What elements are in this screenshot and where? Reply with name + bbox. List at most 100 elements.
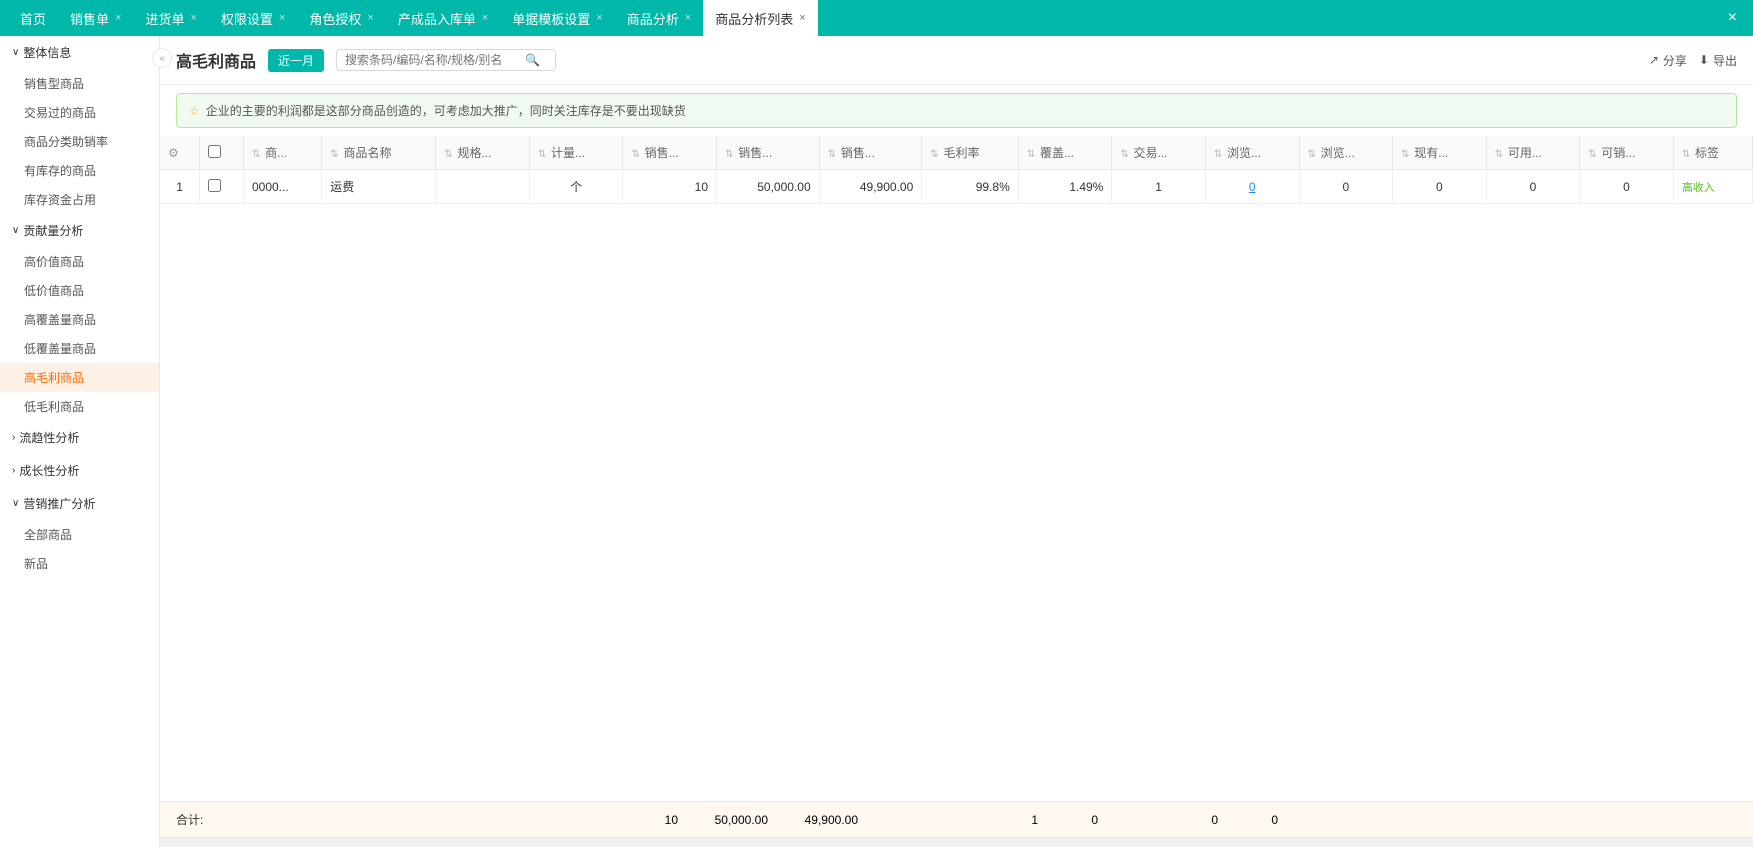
nav-item-进货单[interactable]: 进货单× <box>133 0 208 36</box>
search-icon[interactable]: 🔍 <box>525 53 540 67</box>
cell-browse1: 0 <box>1205 170 1299 204</box>
sidebar-group-整体信息[interactable]: ∨整体信息 <box>0 36 159 69</box>
nav-close-icon[interactable]: × <box>799 12 805 24</box>
sidebar-group-label: 成长性分析 <box>19 462 79 479</box>
footer-current-stock: 0 <box>1166 813 1226 827</box>
sidebar-item-高覆盖量商品[interactable]: 高覆盖量商品 <box>0 305 159 334</box>
nav-item-商品分析[interactable]: 商品分析× <box>615 0 703 36</box>
cell-sales_qty: 10 <box>623 170 717 204</box>
sidebar-group-arrow: ∨ <box>12 225 19 236</box>
export-button[interactable]: ⬇ 导出 <box>1699 52 1737 69</box>
sort-icon: ⇅ <box>930 149 941 160</box>
cell-spec <box>436 170 530 204</box>
sidebar-item-交易过的商品[interactable]: 交易过的商品 <box>0 98 159 127</box>
sidebar-item-库存资金占用[interactable]: 库存资金占用 <box>0 185 159 214</box>
sidebar-group-label: 贡献量分析 <box>23 222 83 239</box>
sidebar-group-arrow: ∨ <box>12 498 19 509</box>
main-layout: ∨整体信息销售型商品交易过的商品商品分类助销率有库存的商品库存资金占用 ∨ 贡献量分… <box>0 36 1753 847</box>
col-header-transaction[interactable]: ⇅ 交易... <box>1112 136 1206 170</box>
settings-icon[interactable]: ⚙ <box>168 146 179 160</box>
col-header-spec[interactable]: ⇅ 规格... <box>436 136 530 170</box>
nav-item-产成品入库单[interactable]: 产成品入库单× <box>386 0 500 36</box>
footer-sales-amount: 50,000.00 <box>686 813 776 827</box>
nav-close-icon[interactable]: × <box>685 12 691 24</box>
sidebar-item-低价值商品[interactable]: 低价值商品 <box>0 276 159 305</box>
nav-close-icon[interactable]: × <box>190 12 196 24</box>
sidebar-item-全部商品[interactable]: 全部商品 <box>0 520 159 549</box>
nav-item-单据模板设置[interactable]: 单据模板设置× <box>500 0 614 36</box>
sort-icon: ⇅ <box>538 149 549 160</box>
col-header-coverage[interactable]: ⇅ 覆盖... <box>1018 136 1112 170</box>
col-header-sales_amount[interactable]: ⇅ 销售... <box>717 136 820 170</box>
horizontal-scrollbar[interactable] <box>160 837 1753 847</box>
cell-saleable: 0 <box>1580 170 1674 204</box>
footer-total-label: 合计: <box>176 811 236 828</box>
sort-icon: ⇅ <box>1588 149 1599 160</box>
nav-item-销售单[interactable]: 销售单× <box>58 0 133 36</box>
content-header: 高毛利商品 近一月 🔍 ↗ 分享 ⬇ 导出 <box>160 36 1753 85</box>
sidebar-group-流趋性分析[interactable]: ›流趋性分析 <box>0 421 159 454</box>
col-header-current_stock[interactable]: ⇅ 现有... <box>1393 136 1487 170</box>
sort-icon: ⇅ <box>1495 149 1506 160</box>
sidebar-group-贡献量分析[interactable]: ∨ 贡献量分析 <box>0 214 159 247</box>
nav-item-权限设置[interactable]: 权限设置× <box>209 0 297 36</box>
col-header-code[interactable]: ⇅ 商... <box>243 136 321 170</box>
sidebar-item-低覆盖量商品[interactable]: 低覆盖量商品 <box>0 334 159 363</box>
window-close-button[interactable]: × <box>1720 9 1745 27</box>
search-box[interactable]: 🔍 <box>336 49 556 71</box>
footer-available: 0 <box>1226 813 1286 827</box>
col-header-saleable[interactable]: ⇅ 可销... <box>1580 136 1674 170</box>
row-checkbox[interactable] <box>208 179 221 192</box>
share-label: 分享 <box>1663 52 1687 69</box>
footer-cells: 10 50,000.00 49,900.00 1 0 0 0 <box>256 813 1737 827</box>
sidebar-group-成长性分析[interactable]: › 成长性分析 <box>0 454 159 487</box>
data-table-wrapper: ⚙⇅ 商...⇅ 商品名称⇅ 规格...⇅ 计量...⇅ 销售...⇅ 销售..… <box>160 136 1753 801</box>
sidebar-group-label: 流趋性分析 <box>19 429 79 446</box>
page-title: 高毛利商品 <box>176 48 256 72</box>
sidebar-item-低毛利商品[interactable]: 低毛利商品 <box>0 392 159 421</box>
sidebar-item-商品分类助销率[interactable]: 商品分类助销率 <box>0 127 159 156</box>
period-button[interactable]: 近一月 <box>268 49 324 72</box>
sidebar-group-arrow: › <box>12 465 15 476</box>
nav-close-icon[interactable]: × <box>482 12 488 24</box>
nav-item-商品分析列表[interactable]: 商品分析列表× <box>703 0 817 36</box>
sort-icon: ⇅ <box>1308 149 1319 160</box>
cell-browse2: 0 <box>1299 170 1393 204</box>
nav-item-角色授权[interactable]: 角色授权× <box>297 0 385 36</box>
select-all-checkbox[interactable] <box>208 145 221 158</box>
col-header-tag[interactable]: ⇅ 标签 <box>1673 136 1752 170</box>
search-input[interactable] <box>345 53 525 67</box>
nav-close-icon[interactable]: × <box>115 12 121 24</box>
col-header-available[interactable]: ⇅ 可用... <box>1486 136 1580 170</box>
col-header-browse1[interactable]: ⇅ 浏览... <box>1205 136 1299 170</box>
sort-icon: ⇅ <box>252 149 263 160</box>
browse-link[interactable]: 0 <box>1249 180 1256 194</box>
col-header-sales_profit[interactable]: ⇅ 销售... <box>819 136 922 170</box>
sidebar: ∨整体信息销售型商品交易过的商品商品分类助销率有库存的商品库存资金占用 ∨ 贡献量分… <box>0 36 160 847</box>
sidebar-group-营销推广分析[interactable]: ∨营销推广分析 <box>0 487 159 520</box>
cell-available: 0 <box>1486 170 1580 204</box>
col-header-checkbox[interactable] <box>200 136 244 170</box>
sidebar-item-有库存的商品[interactable]: 有库存的商品 <box>0 156 159 185</box>
sidebar-item-销售型商品[interactable]: 销售型商品 <box>0 69 159 98</box>
nav-close-icon[interactable]: × <box>367 12 373 24</box>
nav-close-icon[interactable]: × <box>596 12 602 24</box>
col-header-settings[interactable]: ⚙ <box>160 136 200 170</box>
col-header-name[interactable]: ⇅ 商品名称 <box>322 136 436 170</box>
nav-close-icon[interactable]: × <box>279 12 285 24</box>
sidebar-item-高毛利商品[interactable]: 高毛利商品 <box>0 363 159 392</box>
sort-icon: ⇅ <box>1027 149 1038 160</box>
col-header-gross_rate[interactable]: ⇅ 毛利率 <box>922 136 1019 170</box>
info-banner-text: 企业的主要的利润都是这部分商品创造的，可考虑加大推广，同时关注库存是不要出现缺货 <box>206 102 686 119</box>
share-button[interactable]: ↗ 分享 <box>1649 52 1687 69</box>
col-header-browse2[interactable]: ⇅ 浏览... <box>1299 136 1393 170</box>
nav-item-首页[interactable]: 首页 <box>8 0 58 36</box>
sidebar-item-高价值商品[interactable]: 高价值商品 <box>0 247 159 276</box>
col-header-sales_qty[interactable]: ⇅ 销售... <box>623 136 717 170</box>
sidebar-wrapper: ∨整体信息销售型商品交易过的商品商品分类助销率有库存的商品库存资金占用 ∨ 贡献量分… <box>0 36 160 847</box>
sidebar-collapse-button[interactable]: « <box>152 48 172 68</box>
cell-transaction: 1 <box>1112 170 1206 204</box>
sidebar-item-新品[interactable]: 新品 <box>0 549 159 578</box>
col-header-unit[interactable]: ⇅ 计量... <box>529 136 623 170</box>
content-area: 高毛利商品 近一月 🔍 ↗ 分享 ⬇ 导出 ☆ 企业的主要的利润都是这部分商品创… <box>160 36 1753 847</box>
